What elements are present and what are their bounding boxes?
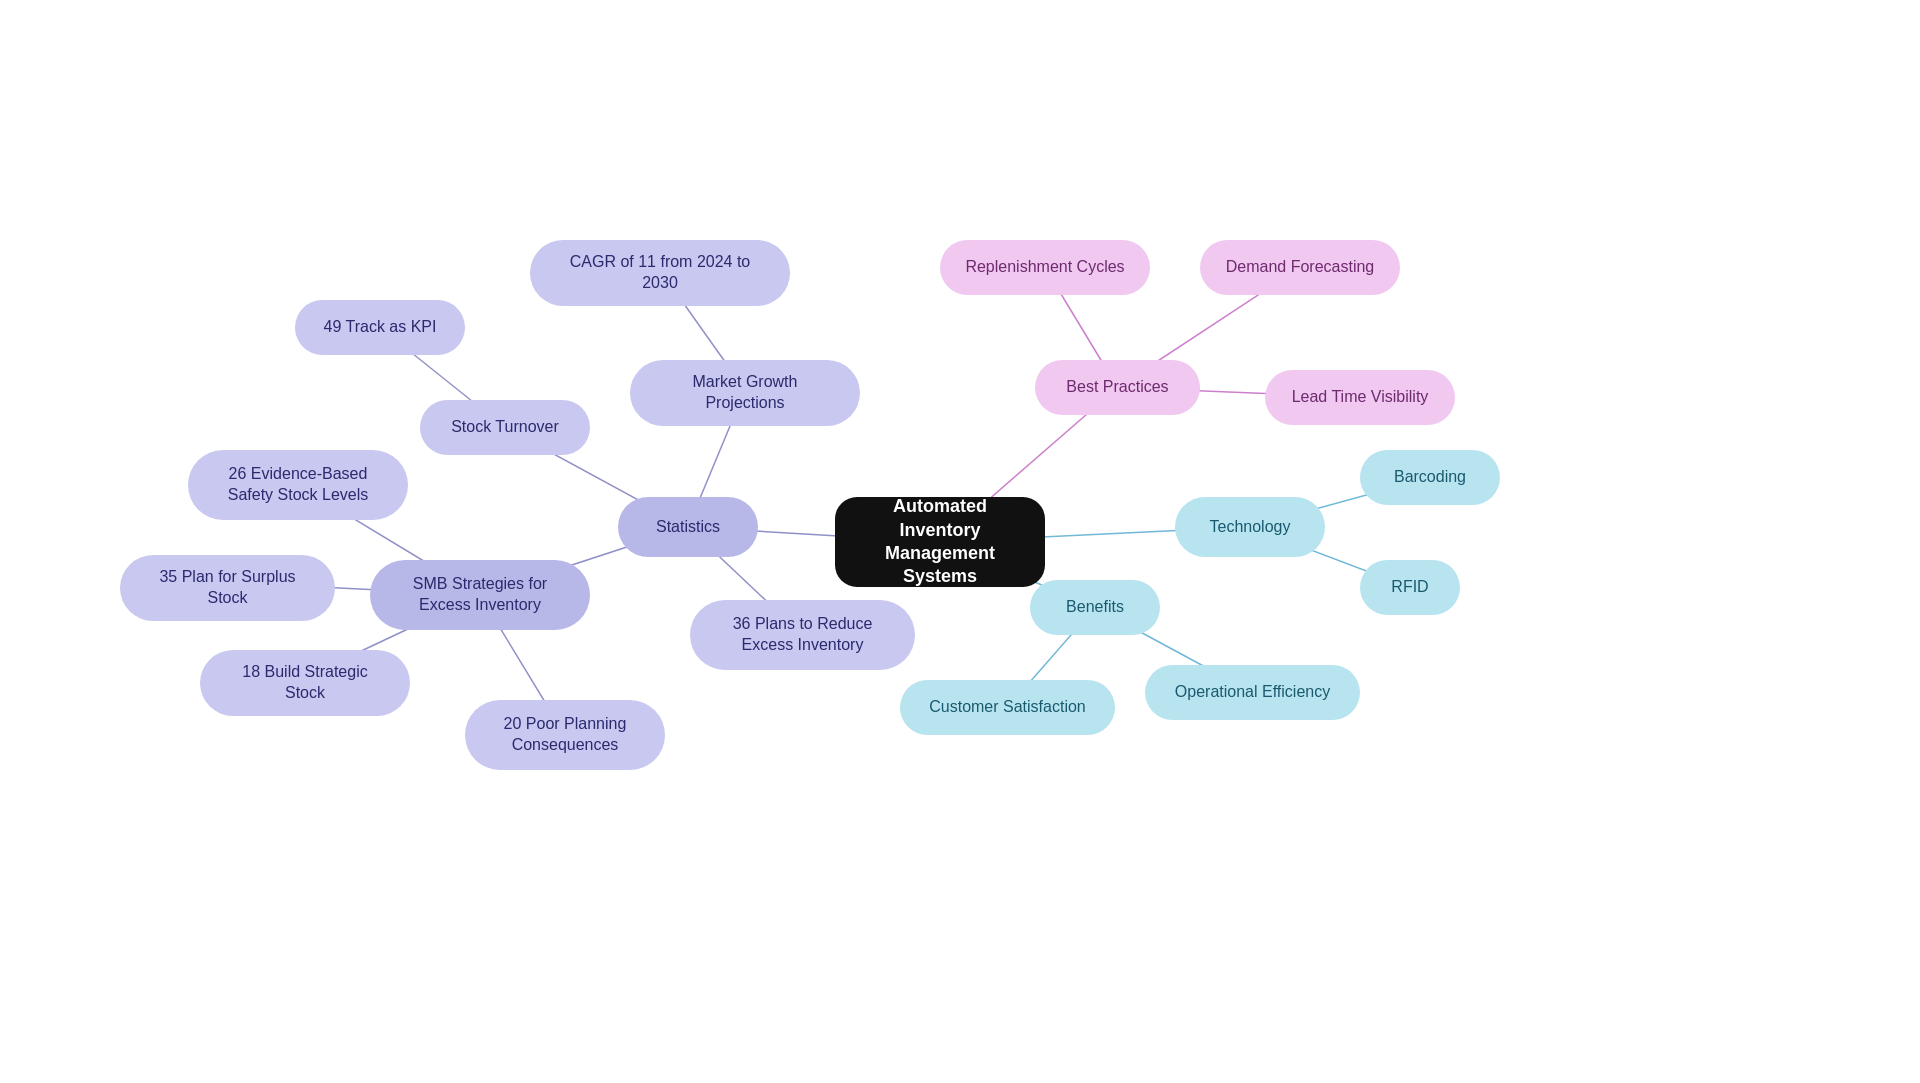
node-barcoding[interactable]: Barcoding (1360, 450, 1500, 505)
node-replenishment[interactable]: Replenishment Cycles (940, 240, 1150, 295)
node-demand_forecasting[interactable]: Demand Forecasting (1200, 240, 1400, 295)
node-lead_time[interactable]: Lead Time Visibility (1265, 370, 1455, 425)
node-poor_planning[interactable]: 20 Poor Planning Consequences (465, 700, 665, 770)
node-safety_stock[interactable]: 26 Evidence-Based Safety Stock Levels (188, 450, 408, 520)
node-best_practices[interactable]: Best Practices (1035, 360, 1200, 415)
node-market_growth[interactable]: Market Growth Projections (630, 360, 860, 426)
node-stock_turnover[interactable]: Stock Turnover (420, 400, 590, 455)
mind-map: Automated Inventory Management Systems St… (0, 0, 1920, 1083)
node-reduce_excess[interactable]: 36 Plans to Reduce Excess Inventory (690, 600, 915, 670)
node-cagr[interactable]: CAGR of 11 from 2024 to 2030 (530, 240, 790, 306)
node-surplus_stock[interactable]: 35 Plan for Surplus Stock (120, 555, 335, 621)
node-benefits[interactable]: Benefits (1030, 580, 1160, 635)
node-customer_satisfaction[interactable]: Customer Satisfaction (900, 680, 1115, 735)
node-smb_strategies[interactable]: SMB Strategies for Excess Inventory (370, 560, 590, 630)
node-technology[interactable]: Technology (1175, 497, 1325, 557)
node-track_kpi[interactable]: 49 Track as KPI (295, 300, 465, 355)
node-statistics[interactable]: Statistics (618, 497, 758, 557)
node-center[interactable]: Automated Inventory Management Systems (835, 497, 1045, 587)
node-rfid[interactable]: RFID (1360, 560, 1460, 615)
node-build_strategic[interactable]: 18 Build Strategic Stock (200, 650, 410, 716)
node-operational_efficiency[interactable]: Operational Efficiency (1145, 665, 1360, 720)
